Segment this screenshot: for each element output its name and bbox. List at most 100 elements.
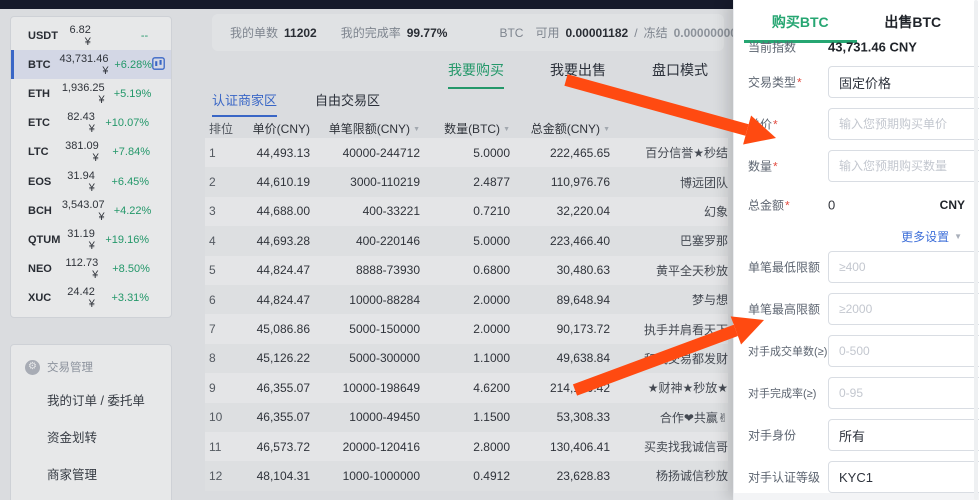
column-header[interactable]: 总金额(CNY)▼ bbox=[510, 120, 610, 137]
table-row[interactable]: 1248,104.311000-10000000.491223,628.83杨扬… bbox=[205, 461, 728, 490]
trade-type-value: 固定价格 bbox=[839, 73, 891, 92]
merchant-cell: 合作❤共赢✌ bbox=[610, 409, 728, 426]
tab-free-trade[interactable]: 自由交易区 bbox=[315, 90, 380, 117]
table-row[interactable]: 344,688.00400-332210.721032,220.04幻象 bbox=[205, 197, 728, 226]
sidebar-item-fund-transfer[interactable]: 资金划转 bbox=[11, 418, 171, 455]
total-cell: 32,220.04 bbox=[510, 204, 610, 218]
tab-sell[interactable]: 我要出售 bbox=[550, 60, 606, 89]
counterparty-rate-label: 对手完成率(≥) bbox=[748, 385, 816, 401]
quantity-label: 数量 bbox=[748, 160, 772, 174]
rank-cell: 6 bbox=[205, 293, 235, 307]
coin-row-eth[interactable]: ETH1,936.25 ¥+5.19% bbox=[11, 79, 171, 108]
table-row[interactable]: 845,126.225000-3000001.100049,638.84和我交易… bbox=[205, 344, 728, 373]
field-counterparty-identity: 对手身份 所有 ▼ bbox=[734, 419, 979, 451]
coin-row-neo[interactable]: NEO112.73 ¥+8.50% bbox=[11, 255, 171, 284]
column-header: 单价(CNY) bbox=[235, 120, 310, 137]
coin-change: +6.28% bbox=[108, 59, 152, 71]
table-row[interactable]: 745,086.865000-1500002.000090,173.72执手并肩… bbox=[205, 314, 728, 343]
coin-price: 1,936.25 ¥ bbox=[62, 82, 105, 106]
coin-row-etc[interactable]: ETC82.43 ¥+10.07% bbox=[11, 109, 171, 138]
counterparty-rate-input[interactable] bbox=[839, 386, 979, 400]
price-cell: 44,493.13 bbox=[235, 146, 310, 160]
table-row[interactable]: 1046,355.0710000-494501.150053,308.33合作❤… bbox=[205, 403, 728, 432]
scrollbar[interactable] bbox=[974, 0, 978, 500]
total-cell: 49,638.84 bbox=[510, 351, 610, 365]
coin-row-bch[interactable]: BCH3,543.07 ¥+4.22% bbox=[11, 196, 171, 225]
limit-cell: 400-220146 bbox=[310, 234, 420, 248]
table-row[interactable]: 946,355.0710000-1986494.6200214,160.42★财… bbox=[205, 373, 728, 402]
counterparty-orders-label: 对手成交单数(≥) bbox=[748, 343, 827, 359]
total-cell: 89,648.94 bbox=[510, 293, 610, 307]
trade-type-label: 交易类型 bbox=[748, 76, 796, 90]
limit-cell: 400-33221 bbox=[310, 204, 420, 218]
coin-row-qtum[interactable]: QTUM31.19 ¥+19.16% bbox=[11, 225, 171, 254]
field-counterparty-orders: 对手成交单数(≥) bbox=[734, 335, 979, 367]
total-cell: 130,406.41 bbox=[510, 440, 610, 454]
trade-type-select[interactable]: 固定价格 ▼ bbox=[828, 66, 979, 98]
merchant-cell: 和我交易都发财 bbox=[610, 350, 728, 367]
table-header: 排位单价(CNY)单笔限额(CNY)▼数量(BTC)▼总金额(CNY)▼ bbox=[205, 118, 728, 138]
coin-change: +4.22% bbox=[105, 205, 152, 217]
sidebar-item-merchant-management[interactable]: 商家管理 bbox=[11, 455, 171, 492]
table-body: 144,493.1340000-2447125.0000222,465.65百分… bbox=[205, 138, 728, 491]
price-cell: 46,355.07 bbox=[235, 381, 310, 395]
amount-cell: 5.0000 bbox=[420, 146, 510, 160]
coin-row-usdt[interactable]: USDT6.82 ¥-- bbox=[11, 21, 171, 50]
coin-symbol: USDT bbox=[28, 30, 69, 42]
sidebar-item-blacklist-management[interactable]: 管理黑名单 bbox=[11, 492, 171, 500]
total-cell: 30,480.63 bbox=[510, 263, 610, 277]
orders-value: 11202 bbox=[284, 26, 317, 40]
tab-certified-merchants[interactable]: 认证商家区 bbox=[212, 90, 277, 117]
table-row[interactable]: 544,824.478888-739300.680030,480.63黄平全天秒… bbox=[205, 256, 728, 285]
coin-icon-slot bbox=[152, 57, 165, 73]
table-row[interactable]: 1146,573.7220000-1204162.8000130,406.41买… bbox=[205, 432, 728, 461]
coin-change: +5.19% bbox=[105, 88, 152, 100]
more-settings-link[interactable]: 更多设置 ▼ bbox=[901, 228, 962, 245]
tab-orderbook-mode[interactable]: 盘口模式 bbox=[652, 60, 708, 89]
table-row[interactable]: 444,693.28400-2201465.0000223,466.40巴塞罗那 bbox=[205, 226, 728, 255]
counterparty-identity-select[interactable]: 所有 ▼ bbox=[828, 419, 979, 451]
counterparty-kyc-select[interactable]: KYC1 ▼ bbox=[828, 461, 979, 493]
separator: / bbox=[634, 26, 637, 40]
total-cell: 53,308.33 bbox=[510, 410, 610, 424]
counterparty-orders-input[interactable] bbox=[839, 344, 979, 358]
coin-row-xuc[interactable]: XUC24.42 ¥+3.31% bbox=[11, 284, 171, 313]
limit-cell: 8888-73930 bbox=[310, 263, 420, 277]
table-row[interactable]: 644,824.4710000-882842.000089,648.94梦与想 bbox=[205, 285, 728, 314]
sidebar-item-my-orders[interactable]: 我的订单 / 委托单 bbox=[11, 381, 171, 418]
rank-cell: 1 bbox=[205, 146, 235, 160]
merchant-cell: 博远团队 bbox=[610, 174, 728, 191]
min-limit-label: 单笔最低限额 bbox=[748, 259, 820, 276]
coin-price: 31.94 ¥ bbox=[67, 170, 95, 194]
coin-symbol: BCH bbox=[28, 205, 62, 217]
price-cell: 44,824.47 bbox=[235, 293, 310, 307]
coin-price: 43,731.46 ¥ bbox=[60, 53, 109, 77]
coin-list: USDT6.82 ¥--BTC43,731.46 ¥+6.28%ETH1,936… bbox=[10, 16, 172, 318]
max-limit-input[interactable] bbox=[839, 302, 979, 316]
column-header[interactable]: 数量(BTC)▼ bbox=[420, 120, 510, 137]
total-cell: 90,173.72 bbox=[510, 322, 610, 336]
limit-cell: 5000-300000 bbox=[310, 351, 420, 365]
unit-price-input[interactable] bbox=[839, 117, 979, 131]
coin-row-ltc[interactable]: LTC381.09 ¥+7.84% bbox=[11, 138, 171, 167]
quantity-input[interactable] bbox=[839, 159, 979, 173]
coin-price: 31.19 ¥ bbox=[67, 228, 95, 252]
field-quantity: 数量* BTC bbox=[734, 150, 979, 182]
coin-price: 112.73 ¥ bbox=[65, 257, 98, 281]
merchant-cell: 梦与想 bbox=[610, 291, 728, 308]
column-header[interactable]: 单笔限额(CNY)▼ bbox=[310, 120, 420, 137]
min-limit-input[interactable] bbox=[839, 260, 979, 274]
table-row[interactable]: 144,493.1340000-2447125.0000222,465.65百分… bbox=[205, 138, 728, 167]
rank-cell: 9 bbox=[205, 381, 235, 395]
total-cell: 110,976.76 bbox=[510, 175, 610, 189]
rank-cell: 5 bbox=[205, 263, 235, 277]
column-header-label: 单价(CNY) bbox=[253, 122, 310, 136]
coin-row-btc[interactable]: BTC43,731.46 ¥+6.28% bbox=[11, 50, 171, 79]
table-row[interactable]: 244,610.193000-1102192.4877110,976.76博远团… bbox=[205, 167, 728, 196]
total-amount-label: 总金额 bbox=[748, 199, 784, 213]
rank-cell: 2 bbox=[205, 175, 235, 189]
tab-buy[interactable]: 我要购买 bbox=[448, 60, 504, 89]
coin-row-eos[interactable]: EOS31.94 ¥+6.45% bbox=[11, 167, 171, 196]
total-cell: 23,628.83 bbox=[510, 469, 610, 483]
sub-tab-bar: 认证商家区 自由交易区 bbox=[212, 90, 380, 117]
